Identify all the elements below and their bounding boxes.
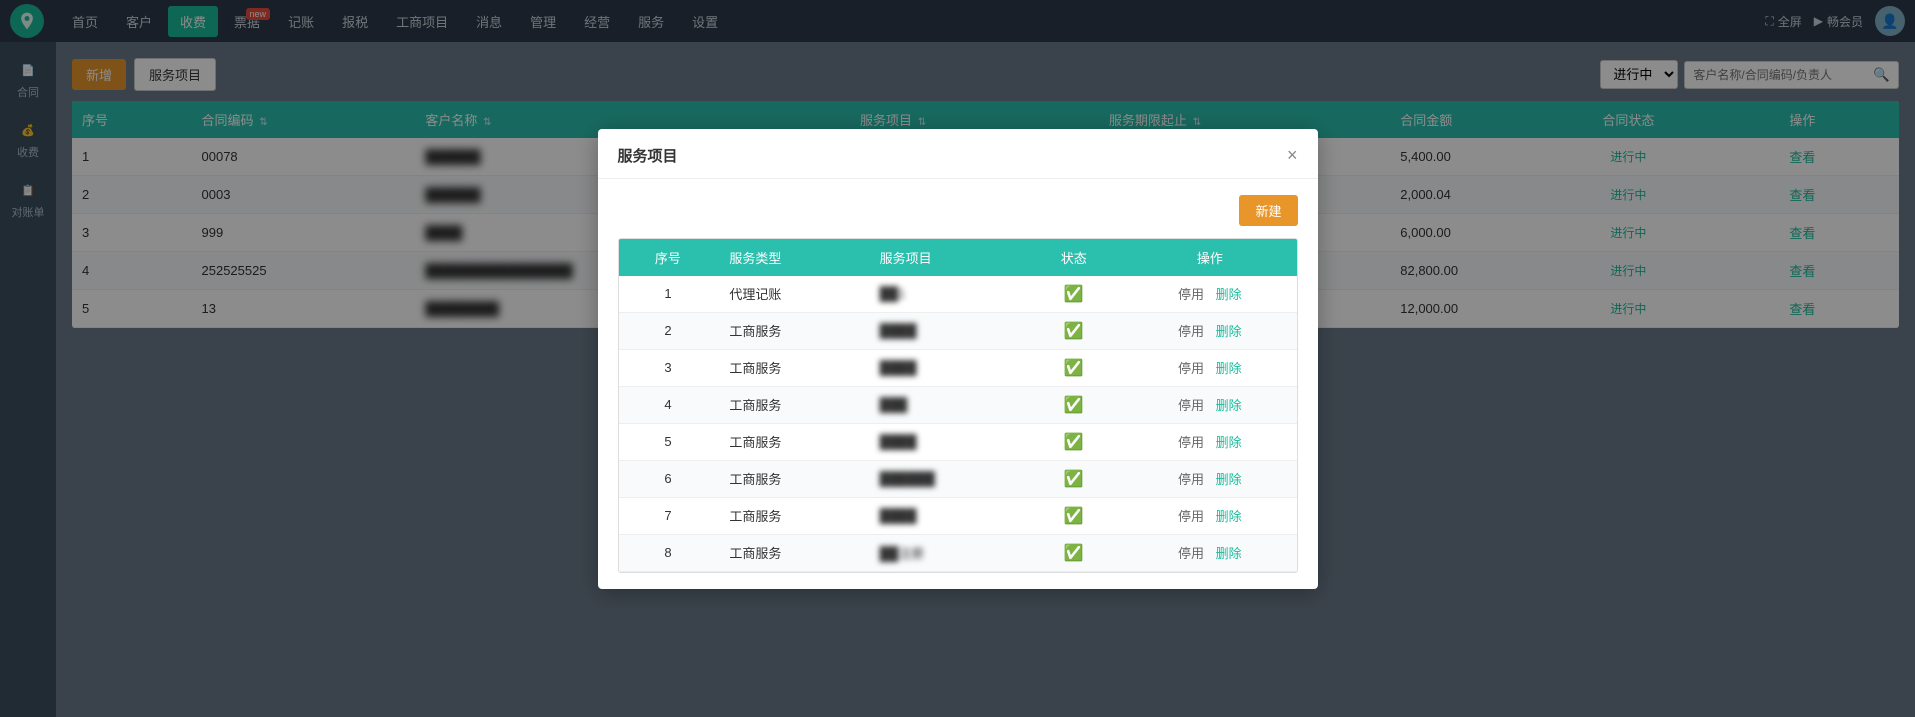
delete-button[interactable]: 删除 [1216, 324, 1242, 339]
modal-cell-type: 工商服务 [717, 534, 867, 571]
modal-table: 序号服务类型服务项目状态操作 1代理记账██1✅ 停用 删除 2工商服务████… [619, 239, 1297, 572]
modal-cell-actions: 停用 删除 [1123, 534, 1296, 571]
modal-col-header-序号: 序号 [619, 239, 718, 276]
modal-table-row: 3工商服务████ ✅ 停用 删除 [619, 349, 1297, 386]
modal-overlay[interactable]: 服务项目 × 新建 序号服务类型服务项目状态操作 1代理记账██1✅ 停用 删除… [0, 0, 1915, 717]
modal-cell-seq: 4 [619, 386, 718, 423]
modal-cell-item: ████ [868, 497, 1025, 534]
modal-cell-item: ██1 [868, 276, 1025, 313]
modal-cell-status: ✅ [1024, 497, 1123, 534]
modal-cell-status: ✅ [1024, 312, 1123, 349]
modal-cell-actions: 停用 删除 [1123, 349, 1296, 386]
modal-table-row: 5工商服务████ ✅ 停用 删除 [619, 423, 1297, 460]
modal-cell-actions: 停用 删除 [1123, 497, 1296, 534]
modal-cell-seq: 3 [619, 349, 718, 386]
modal-table-row: 8工商服务██注册 ✅ 停用 删除 [619, 534, 1297, 571]
modal-table-row: 7工商服务████ ✅ 停用 删除 [619, 497, 1297, 534]
modal-table-row: 4工商服务███ ✅ 停用 删除 [619, 386, 1297, 423]
stop-button[interactable]: 停用 [1178, 361, 1204, 376]
modal-table-wrap[interactable]: 序号服务类型服务项目状态操作 1代理记账██1✅ 停用 删除 2工商服务████… [618, 238, 1298, 573]
stop-button[interactable]: 停用 [1178, 324, 1204, 339]
status-check-icon: ✅ [1064, 323, 1084, 340]
modal-table-row: 2工商服务████ ✅ 停用 删除 [619, 312, 1297, 349]
modal-toolbar: 新建 [618, 195, 1298, 226]
modal-col-header-服务项目: 服务项目 [868, 239, 1025, 276]
modal-cell-type: 代理记账 [717, 276, 867, 313]
status-check-icon: ✅ [1064, 545, 1084, 562]
modal-cell-item: ████ [868, 312, 1025, 349]
modal-cell-item: ████ [868, 349, 1025, 386]
modal-cell-item: ██████ [868, 460, 1025, 497]
modal-cell-type: 工商服务 [717, 497, 867, 534]
modal-title: 服务项目 [618, 145, 678, 166]
stop-button[interactable]: 停用 [1178, 398, 1204, 413]
modal-cell-item: ███ [868, 386, 1025, 423]
modal-cell-actions: 停用 删除 [1123, 276, 1296, 313]
modal-header: 服务项目 × [598, 129, 1318, 179]
modal-body: 新建 序号服务类型服务项目状态操作 1代理记账██1✅ 停用 删除 2工商服务█… [598, 179, 1318, 589]
modal-cell-seq: 6 [619, 460, 718, 497]
modal-cell-status: ✅ [1024, 386, 1123, 423]
delete-button[interactable]: 删除 [1216, 546, 1242, 561]
delete-button[interactable]: 删除 [1216, 287, 1242, 302]
delete-button[interactable]: 删除 [1216, 472, 1242, 487]
modal-table-row: 6工商服务██████ ✅ 停用 删除 [619, 460, 1297, 497]
modal-col-header-状态: 状态 [1024, 239, 1123, 276]
delete-button[interactable]: 删除 [1216, 509, 1242, 524]
modal-cell-status: ✅ [1024, 423, 1123, 460]
modal-close-button[interactable]: × [1287, 146, 1298, 164]
stop-button[interactable]: 停用 [1178, 435, 1204, 450]
status-check-icon: ✅ [1064, 508, 1084, 525]
modal-cell-item: ██注册 [868, 534, 1025, 571]
modal-cell-status: ✅ [1024, 460, 1123, 497]
modal-new-button[interactable]: 新建 [1239, 195, 1297, 226]
modal-cell-type: 工商服务 [717, 460, 867, 497]
modal-cell-status: ✅ [1024, 349, 1123, 386]
stop-button[interactable]: 停用 [1178, 509, 1204, 524]
modal-table-row: 1代理记账██1 ✅ 停用 删除 [619, 276, 1297, 313]
modal-cell-item: ████ [868, 423, 1025, 460]
delete-button[interactable]: 删除 [1216, 361, 1242, 376]
modal-cell-type: 工商服务 [717, 423, 867, 460]
modal-cell-type: 工商服务 [717, 386, 867, 423]
modal-col-header-操作: 操作 [1123, 239, 1296, 276]
modal-cell-seq: 1 [619, 276, 718, 313]
modal-cell-actions: 停用 删除 [1123, 312, 1296, 349]
status-check-icon: ✅ [1064, 286, 1084, 303]
stop-button[interactable]: 停用 [1178, 287, 1204, 302]
modal-cell-seq: 5 [619, 423, 718, 460]
status-check-icon: ✅ [1064, 397, 1084, 414]
stop-button[interactable]: 停用 [1178, 546, 1204, 561]
status-check-icon: ✅ [1064, 471, 1084, 488]
modal: 服务项目 × 新建 序号服务类型服务项目状态操作 1代理记账██1✅ 停用 删除… [598, 129, 1318, 589]
modal-cell-actions: 停用 删除 [1123, 423, 1296, 460]
modal-cell-actions: 停用 删除 [1123, 460, 1296, 497]
modal-cell-type: 工商服务 [717, 312, 867, 349]
modal-cell-seq: 8 [619, 534, 718, 571]
modal-cell-seq: 2 [619, 312, 718, 349]
status-check-icon: ✅ [1064, 434, 1084, 451]
delete-button[interactable]: 删除 [1216, 435, 1242, 450]
modal-cell-type: 工商服务 [717, 349, 867, 386]
stop-button[interactable]: 停用 [1178, 472, 1204, 487]
status-check-icon: ✅ [1064, 360, 1084, 377]
modal-cell-status: ✅ [1024, 534, 1123, 571]
modal-cell-actions: 停用 删除 [1123, 386, 1296, 423]
delete-button[interactable]: 删除 [1216, 398, 1242, 413]
modal-col-header-服务类型: 服务类型 [717, 239, 867, 276]
modal-cell-seq: 7 [619, 497, 718, 534]
modal-cell-status: ✅ [1024, 276, 1123, 313]
